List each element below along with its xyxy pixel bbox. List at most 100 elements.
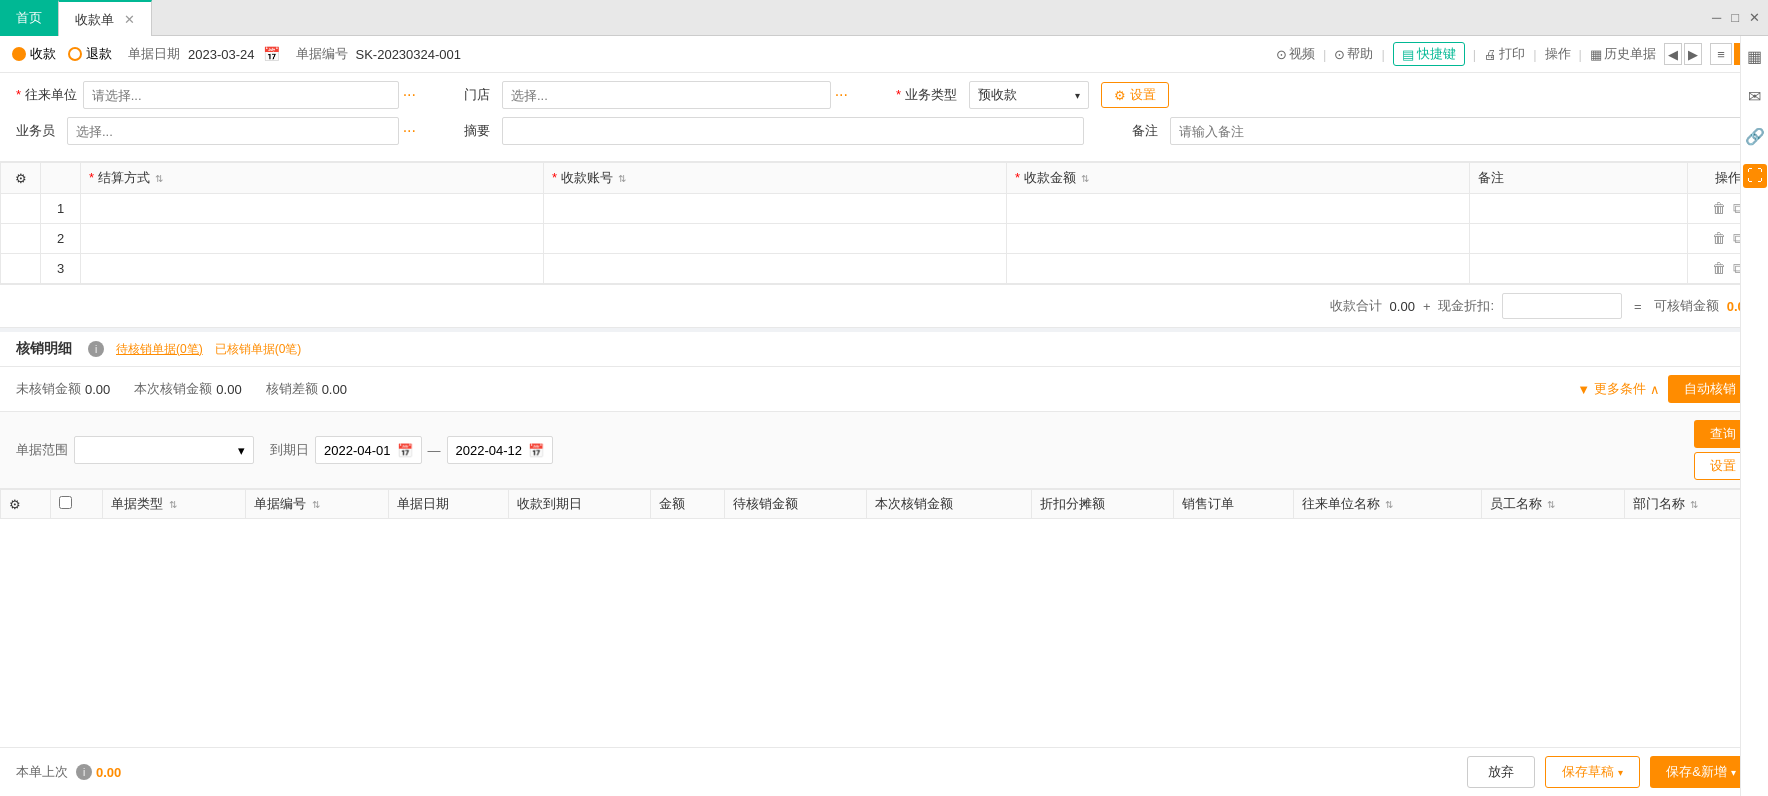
row-2-remark[interactable] (1469, 224, 1687, 254)
vcol-settings[interactable]: ⚙ (1, 490, 51, 519)
diff-stat: 核销差额 0.00 (266, 380, 347, 398)
row-2-delete-icon[interactable]: 🗑 (1712, 230, 1726, 246)
row-3-settle[interactable] (81, 254, 544, 284)
settings-button[interactable]: ⚙ 设置 (1101, 82, 1169, 108)
store-input[interactable] (502, 81, 831, 109)
vcol-dept-sort[interactable]: ⇅ (1690, 499, 1698, 510)
account-sort-icon[interactable]: ⇅ (618, 173, 626, 184)
nav-prev[interactable]: ◀ (1664, 43, 1682, 65)
tab-close-icon[interactable]: ✕ (124, 12, 135, 27)
pending-tab[interactable]: 待核销单据(0笔) (116, 341, 203, 358)
summary-input[interactable] (502, 117, 1084, 145)
done-tab[interactable]: 已核销单据(0笔) (215, 341, 302, 358)
vcol-employee-label: 员工名称 (1490, 496, 1542, 511)
save-new-chevron-icon[interactable]: ▾ (1731, 767, 1736, 778)
tab-receipt[interactable]: 收款单 ✕ (58, 0, 152, 36)
store-more-icon[interactable]: ··· (835, 86, 848, 104)
tab-bar: 首页 收款单 ✕ ─ □ ✕ (0, 0, 1768, 36)
row-3-delete-icon[interactable]: 🗑 (1712, 260, 1726, 276)
row-1-amount[interactable] (1006, 194, 1469, 224)
help-btn[interactable]: ⊙ 帮助 (1334, 45, 1373, 63)
salesperson-more-icon[interactable]: ··· (403, 122, 416, 140)
shortcut-btn[interactable]: ▤ 快捷键 (1393, 42, 1465, 66)
vcol-doctype: 单据类型 ⇅ (103, 490, 246, 519)
range-select[interactable]: ▾ (74, 436, 254, 464)
calendar-icon[interactable]: 📅 (263, 46, 280, 62)
footer-info-icon[interactable]: i (76, 764, 92, 780)
save-new-btn[interactable]: 保存&新增 ▾ (1650, 756, 1752, 788)
col-settings-header[interactable]: ⚙ (1, 163, 41, 194)
video-btn[interactable]: ⊙ 视频 (1276, 45, 1315, 63)
business-type-label: 业务类型 (896, 86, 957, 104)
total-value: 0.00 (1390, 299, 1415, 314)
due-date-label: 到期日 (270, 441, 309, 459)
minimize-icon[interactable]: ─ (1712, 10, 1721, 25)
shortcut-icon: ▤ (1402, 47, 1414, 62)
tab-home[interactable]: 首页 (0, 0, 58, 36)
verify-table-wrap: ⚙ 单据类型 ⇅ 单据编号 ⇅ 单据日期 收款到期日 金额 待 (0, 489, 1768, 519)
table-row: 3 🗑 ⧉ (1, 254, 1768, 284)
print-btn[interactable]: 🖨 打印 (1484, 45, 1525, 63)
chevron-down-icon: ▾ (1075, 90, 1080, 101)
row-3-remark[interactable] (1469, 254, 1687, 284)
sidebar-email-icon[interactable]: ✉ (1743, 84, 1767, 108)
save-draft-chevron-icon[interactable]: ▾ (1618, 767, 1623, 778)
counterpart-input[interactable] (83, 81, 399, 109)
more-conditions-btn[interactable]: ▼ 更多条件 ∧ (1577, 380, 1660, 398)
unchecked-label: 未核销金额 (16, 380, 81, 398)
discard-btn[interactable]: 放弃 (1467, 756, 1535, 788)
amount-sort-icon[interactable]: ⇅ (1081, 173, 1089, 184)
row-1-remark[interactable] (1469, 194, 1687, 224)
unchecked-stat: 未核销金额 0.00 (16, 380, 110, 398)
counterpart-more-icon[interactable]: ··· (403, 86, 416, 104)
list-view-btn[interactable]: ≡ (1710, 43, 1732, 65)
receipt-radio[interactable]: 收款 (12, 45, 56, 63)
vcol-employee-sort[interactable]: ⇅ (1547, 499, 1555, 510)
history-btn[interactable]: ▦ 历史单据 (1590, 45, 1656, 63)
discount-label: 现金折扣: (1438, 297, 1494, 315)
row-2-settle[interactable] (81, 224, 544, 254)
vcol-doctype-sort[interactable]: ⇅ (169, 499, 177, 510)
row-3-amount[interactable] (1006, 254, 1469, 284)
verify-filter: 单据范围 ▾ 到期日 2022-04-01 📅 — 2022-04-12 📅 (0, 412, 1768, 489)
settle-sort-icon[interactable]: ⇅ (155, 173, 163, 184)
account-required-mark: * (552, 170, 557, 185)
nav-next[interactable]: ▶ (1684, 43, 1702, 65)
business-type-select[interactable]: 预收款 ▾ (969, 81, 1089, 109)
verify-info-icon[interactable]: i (88, 341, 104, 357)
refund-radio[interactable]: 退款 (68, 45, 112, 63)
vcol-checkbox[interactable] (51, 490, 103, 519)
bill-last-label: 本单上次 (16, 763, 68, 781)
diff-value: 0.00 (322, 382, 347, 397)
sidebar-attachment-icon[interactable]: 🔗 (1743, 124, 1767, 148)
vcol-amount: 金额 (650, 490, 724, 519)
date-end-picker[interactable]: 2022-04-12 📅 (447, 436, 554, 464)
salesperson-label: 业务员 (16, 122, 55, 140)
maximize-icon[interactable]: □ (1731, 10, 1739, 25)
row-2-account[interactable] (543, 224, 1006, 254)
save-draft-btn[interactable]: 保存草稿 ▾ (1545, 756, 1640, 788)
sidebar-expand-icon[interactable]: ⛶ (1743, 164, 1767, 188)
row-1-account[interactable] (543, 194, 1006, 224)
print-icon: 🖨 (1484, 47, 1497, 62)
row-2-amount[interactable] (1006, 224, 1469, 254)
discount-input[interactable] (1502, 293, 1622, 319)
row-1-settle[interactable] (81, 194, 544, 224)
current-stat: 本次核销金额 0.00 (134, 380, 241, 398)
select-all-checkbox[interactable] (59, 496, 72, 509)
row-1-delete-icon[interactable]: 🗑 (1712, 200, 1726, 216)
salesperson-input[interactable] (67, 117, 399, 145)
vcol-counterpart-sort[interactable]: ⇅ (1385, 499, 1393, 510)
date-start-picker[interactable]: 2022-04-01 📅 (315, 436, 422, 464)
store-label: 门店 (464, 86, 490, 104)
row-3-account[interactable] (543, 254, 1006, 284)
close-icon[interactable]: ✕ (1749, 10, 1760, 25)
form-row-1: 往来单位 ··· 门店 ··· 业务类型 预收款 ▾ ⚙ (16, 81, 1752, 109)
form-section: 往来单位 ··· 门店 ··· 业务类型 预收款 ▾ ⚙ (0, 73, 1768, 162)
operation-btn[interactable]: 操作 (1545, 45, 1571, 63)
vcol-docdate: 单据日期 (389, 490, 509, 519)
sidebar-table-icon[interactable]: ▦ (1743, 44, 1767, 68)
vcol-docno-sort[interactable]: ⇅ (312, 499, 320, 510)
remark-input[interactable] (1170, 117, 1752, 145)
verify-header: 核销明细 i 待核销单据(0笔) 已核销单据(0笔) (0, 332, 1768, 367)
